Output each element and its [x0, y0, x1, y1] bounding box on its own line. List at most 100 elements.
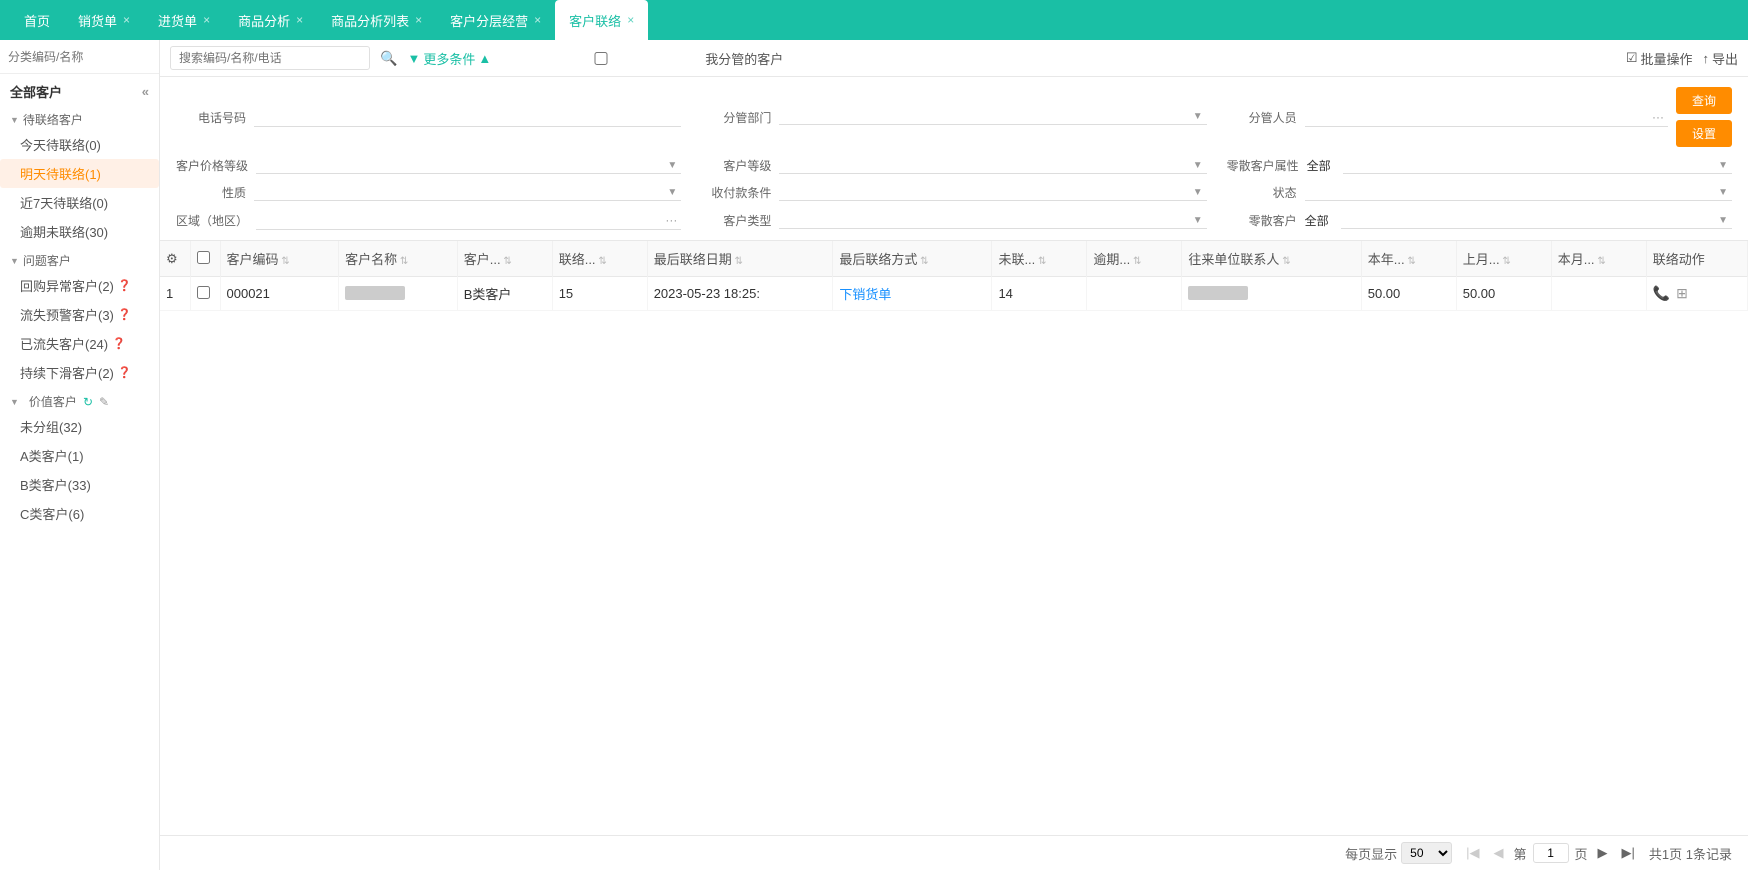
content-area: 🔍 ▼ 更多条件 ▲ 我分管的客户 ☑ 批量操作 ↑ 导出 — [160, 40, 1748, 870]
filter-label-customer-level: 客户等级 — [701, 157, 771, 174]
close-icon[interactable]: × — [534, 13, 541, 27]
col-last-month[interactable]: 上月... — [1456, 241, 1551, 277]
col-overdue[interactable]: 逾期... — [1087, 241, 1182, 277]
filter-status: 状态 ▼ — [1227, 184, 1732, 201]
filter-select-price-level[interactable]: ▼ — [256, 158, 681, 174]
page-number-input[interactable] — [1533, 843, 1569, 863]
last-method-link[interactable]: 下销货单 — [839, 287, 891, 302]
help-icon: ❓ — [118, 308, 132, 321]
sidebar-item-churned[interactable]: 已流失客户(24) ❓ — [0, 329, 159, 358]
help-icon: ❓ — [112, 337, 126, 350]
col-contact-person[interactable]: 往来单位联系人 — [1182, 241, 1361, 277]
col-not-contacted[interactable]: 未联... — [992, 241, 1087, 277]
filter-icon: ▼ — [407, 51, 420, 66]
grid-icon[interactable]: ⊞ — [1676, 285, 1688, 302]
search-button[interactable]: 🔍 — [380, 50, 397, 67]
nav-purchase-order[interactable]: 进货单 × — [144, 0, 224, 40]
sidebar-item-tomorrow-contact[interactable]: 明天待联络(1) — [0, 159, 159, 188]
filter-select-payment[interactable]: ▼ — [779, 185, 1206, 201]
sidebar-item-class-c[interactable]: C类客户(6) — [0, 499, 159, 528]
col-settings[interactable]: ⚙ — [160, 241, 190, 277]
my-customer-checkbox[interactable] — [501, 52, 701, 65]
sidebar-item-declining[interactable]: 持续下滑客户(2) ❓ — [0, 358, 159, 387]
sidebar-item-today-contact[interactable]: 今天待联络(0) — [0, 130, 159, 159]
main-layout: 🔍 全部客户 « 待联络客户 今天待联络(0) 明天待联络(1) 近7天待联络(… — [0, 40, 1748, 870]
phone-icon[interactable]: 📞 — [1653, 285, 1670, 302]
cell-name[interactable] — [339, 277, 458, 311]
col-code[interactable]: 客户编码 — [220, 241, 339, 277]
cell-overdue — [1087, 277, 1182, 311]
export-button[interactable]: ↑ 导出 — [1702, 49, 1738, 68]
batch-operation-button[interactable]: ☑ 批量操作 — [1626, 49, 1693, 68]
filter-select-customer-type[interactable]: ▼ — [779, 213, 1206, 229]
filter-input-phone[interactable] — [254, 108, 681, 127]
filter-select-customer-level[interactable]: ▼ — [779, 158, 1206, 174]
blurred-name — [345, 286, 405, 300]
close-icon[interactable]: × — [123, 13, 130, 27]
chevron-up-icon: ▲ — [478, 51, 491, 66]
col-last-contact-method[interactable]: 最后联络方式 — [833, 241, 992, 277]
nav-sales-order[interactable]: 销货单 × — [64, 0, 144, 40]
nav-customer-contact[interactable]: 客户联络 × — [555, 0, 648, 40]
sidebar-item-repurchase-anomaly[interactable]: 回购异常客户(2) ❓ — [0, 271, 159, 300]
col-type[interactable]: 客户... — [457, 241, 552, 277]
query-button[interactable]: 查询 — [1676, 87, 1732, 114]
filter-select-retail-customer[interactable]: ▼ — [1341, 213, 1732, 229]
nav-product-analysis[interactable]: 商品分析 × — [224, 0, 317, 40]
close-icon[interactable]: × — [627, 13, 634, 27]
sidebar-item-class-a[interactable]: A类客户(1) — [0, 441, 159, 470]
group-value-customers: 价值客户 ↻ ✎ — [0, 387, 159, 412]
sidebar-item-churn-warning[interactable]: 流失预警客户(3) ❓ — [0, 300, 159, 329]
settings-button[interactable]: 设置 — [1676, 120, 1732, 147]
close-icon[interactable]: × — [203, 13, 210, 27]
next-page-button[interactable]: ▶ — [1594, 843, 1612, 863]
edit-icon[interactable]: ✎ — [99, 395, 109, 409]
filter-select-nature[interactable]: ▼ — [254, 185, 681, 201]
filter-select-region[interactable]: ··· — [256, 211, 681, 230]
top-navigation: 首页 销货单 × 进货单 × 商品分析 × 商品分析列表 × 客户分层经营 × … — [0, 0, 1748, 40]
filter-select-person[interactable]: ··· — [1305, 108, 1668, 127]
first-page-button[interactable]: |◀ — [1462, 843, 1483, 863]
sidebar-item-ungrouped[interactable]: 未分组(32) — [0, 412, 159, 441]
col-last-contact-date[interactable]: 最后联络日期 — [647, 241, 833, 277]
col-contacts[interactable]: 联络... — [552, 241, 647, 277]
more-filter-button[interactable]: ▼ 更多条件 ▲ — [407, 49, 491, 68]
refresh-icon[interactable]: ↻ — [83, 395, 93, 409]
col-this-year[interactable]: 本年... — [1361, 241, 1456, 277]
sidebar-item-class-b[interactable]: B类客户(33) — [0, 470, 159, 499]
col-name[interactable]: 客户名称 — [339, 241, 458, 277]
sidebar-item-overdue-contact[interactable]: 逾期未联络(30) — [0, 217, 159, 246]
table-row: 1 000021 B类客户 15 2023-05-23 18:25: 下销货单 … — [160, 277, 1748, 311]
checkbox-icon: ☑ — [1626, 50, 1638, 66]
filter-select-status[interactable]: ▼ — [1305, 185, 1732, 201]
collapse-icon[interactable]: « — [142, 84, 149, 99]
filter-select-retail-attr[interactable]: ▼ — [1343, 158, 1732, 174]
cell-checkbox[interactable] — [190, 277, 220, 311]
filter-nature: 性质 ▼ — [176, 184, 681, 201]
action-icons: 📞 ⊞ — [1653, 285, 1741, 302]
prev-page-button[interactable]: ◀ — [1490, 843, 1508, 863]
close-icon[interactable]: × — [296, 13, 303, 27]
filter-customer-type: 客户类型 ▼ — [701, 211, 1206, 230]
nav-home[interactable]: 首页 — [10, 0, 64, 40]
row-checkbox[interactable] — [197, 286, 210, 299]
nav-product-analysis-list[interactable]: 商品分析列表 × — [317, 0, 436, 40]
filter-label-dept: 分管部门 — [701, 109, 771, 126]
nav-customer-segmentation[interactable]: 客户分层经营 × — [436, 0, 555, 40]
cell-last-method[interactable]: 下销货单 — [833, 277, 992, 311]
filter-region: 区域（地区） ··· — [176, 211, 681, 230]
sidebar-search-input[interactable] — [8, 50, 160, 64]
col-checkbox[interactable] — [190, 241, 220, 277]
select-all-checkbox[interactable] — [197, 251, 210, 264]
last-page-button[interactable]: ▶| — [1618, 843, 1639, 863]
cell-contacts: 15 — [552, 277, 647, 311]
filter-select-dept[interactable]: ▼ — [779, 109, 1206, 125]
col-this-month[interactable]: 本月... — [1551, 241, 1646, 277]
filter-person: 分管人员 ··· 查询 设置 — [1227, 87, 1732, 147]
cell-type: B类客户 — [457, 277, 552, 311]
sidebar-item-7day-contact[interactable]: 近7天待联络(0) — [0, 188, 159, 217]
search-input[interactable] — [170, 46, 370, 70]
close-icon[interactable]: × — [415, 13, 422, 27]
page-size-select[interactable]: 50 100 200 — [1401, 842, 1452, 864]
chevron-down-icon: ▼ — [667, 187, 677, 198]
